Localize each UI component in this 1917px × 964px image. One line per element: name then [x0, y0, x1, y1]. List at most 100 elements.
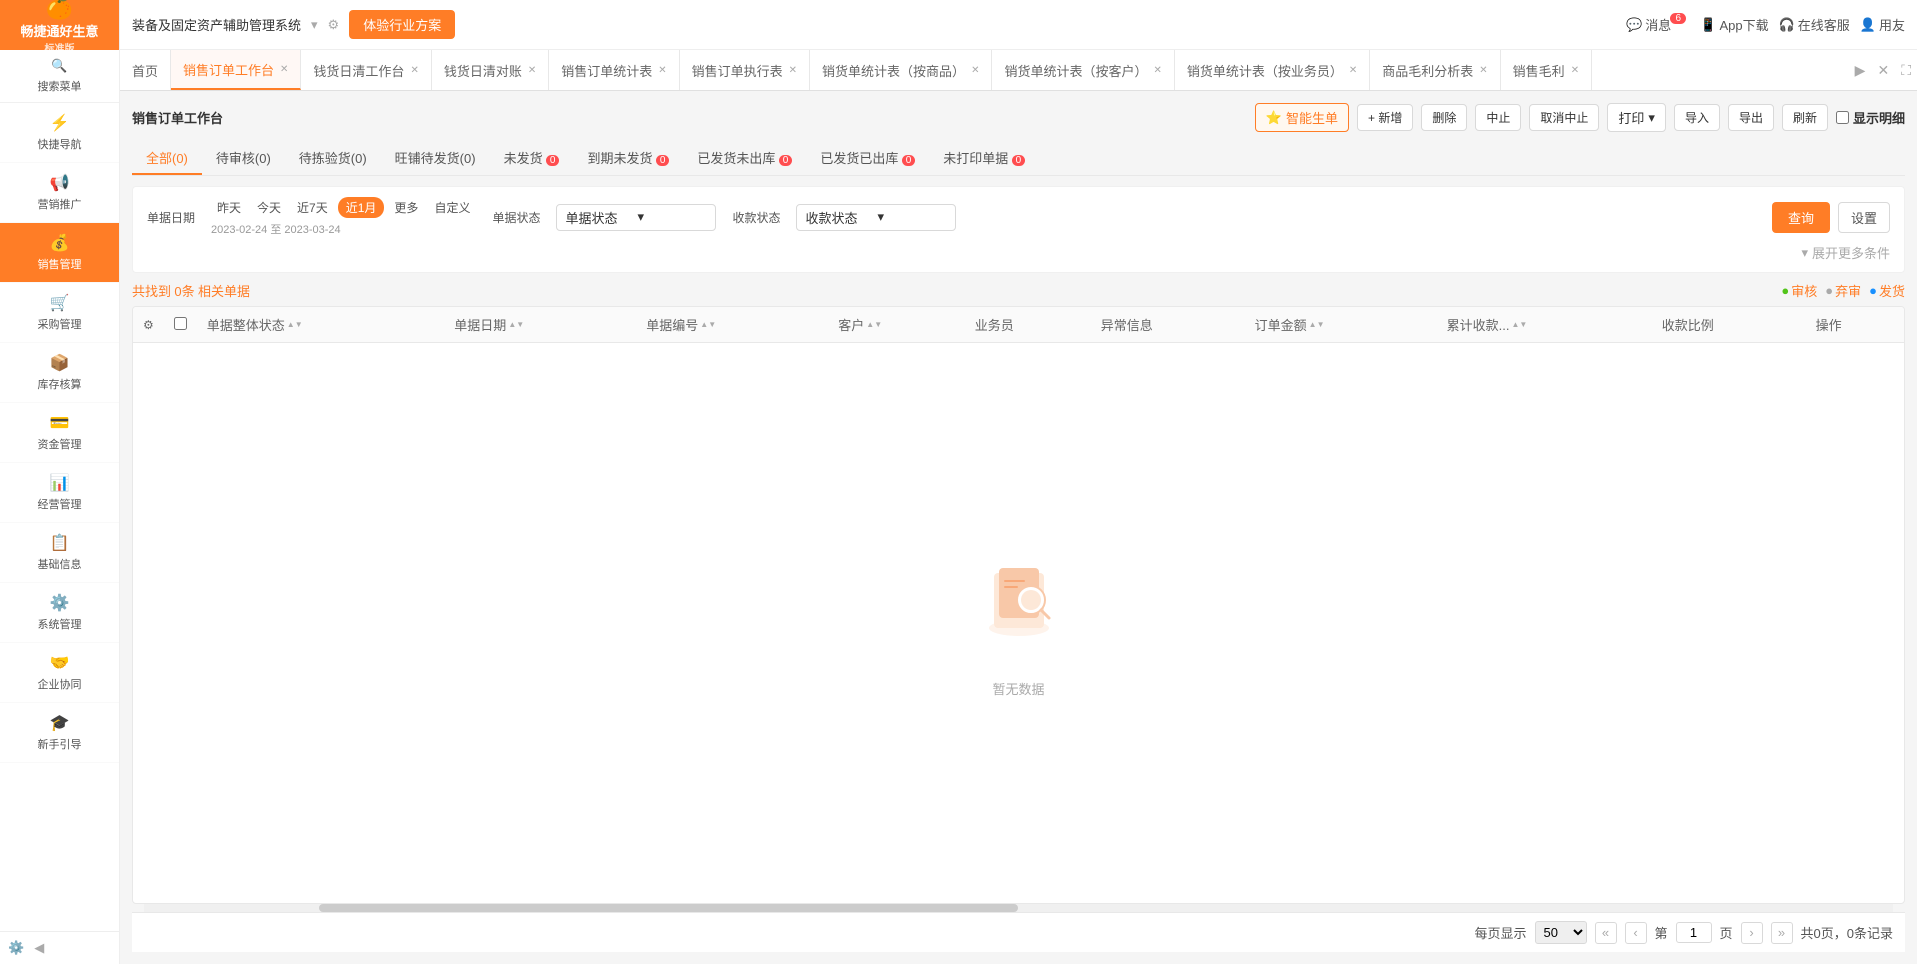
add-button[interactable]: + 新增	[1357, 104, 1413, 131]
sidebar-item-sales[interactable]: 💰 销售管理	[0, 223, 119, 283]
sub-tab-shipped-out[interactable]: 已发货已出库 0	[806, 142, 929, 175]
smart-generate-button[interactable]: ⭐ 智能生单	[1255, 103, 1349, 132]
cash-reconcile-tab-close[interactable]: ✕	[528, 65, 536, 76]
tab-sales-exec[interactable]: 销售订单执行表 ✕	[680, 50, 810, 90]
per-page-select[interactable]: 50 10 20 100	[1535, 921, 1587, 944]
prev-page-btn[interactable]: ‹	[1625, 922, 1647, 944]
tabs-close-all[interactable]: ✕	[1871, 62, 1895, 79]
header-row: ⚙ 单据整体状态 ▲▼ 单据日期 ▲▼	[133, 307, 1904, 343]
sub-tab-unprinted[interactable]: 未打印单据 0	[929, 142, 1039, 175]
payment-filter-select[interactable]: 收款状态 ▾	[796, 204, 956, 231]
sub-tab-all[interactable]: 全部(0)	[132, 142, 202, 175]
tab-sales-summary-client[interactable]: 销货单统计表（按客户） ✕	[992, 50, 1174, 90]
query-button[interactable]: 查询	[1772, 202, 1830, 233]
date-btn-more[interactable]: 更多	[388, 197, 424, 218]
settings-icon[interactable]: ⚙️	[8, 940, 24, 956]
tab-sales-summary-product[interactable]: 销货单统计表（按商品） ✕	[810, 50, 992, 90]
margin-analysis-close[interactable]: ✕	[1479, 65, 1487, 76]
trial-button[interactable]: 体验行业方案	[349, 10, 455, 39]
sub-tab-pending-review[interactable]: 待审核(0)	[202, 142, 285, 175]
sales-summary-product-close[interactable]: ✕	[971, 65, 979, 76]
show-detail-label[interactable]: 显示明细	[1836, 108, 1905, 127]
tab-cash-daily[interactable]: 钱货日清工作台 ✕	[301, 50, 431, 90]
tab-sales-stat[interactable]: 销售订单统计表 ✕	[549, 50, 679, 90]
sales-stat-tab-close[interactable]: ✕	[658, 65, 666, 76]
scrollbar-thumb[interactable]	[319, 904, 1019, 912]
status-filter-select[interactable]: 单据状态 ▾	[556, 204, 716, 231]
app-download-action[interactable]: 📱 App下载	[1700, 15, 1768, 34]
client-sort[interactable]: 客户 ▲▼	[838, 315, 954, 334]
tab-cash-reconcile[interactable]: 钱货日清对账 ✕	[432, 50, 549, 90]
sub-tab-unshipped[interactable]: 未发货 0	[490, 142, 574, 175]
sub-tab-shipped-not-out[interactable]: 已发货未出库 0	[683, 142, 806, 175]
message-action[interactable]: 💬 消息 6	[1626, 15, 1690, 34]
tab-sales-summary-staff[interactable]: 销货单统计表（按业务员） ✕	[1175, 50, 1370, 90]
sub-tab-pending-check[interactable]: 待拣验货(0)	[285, 142, 381, 175]
user-action[interactable]: 👤 用友	[1860, 15, 1905, 34]
print-button[interactable]: 打印 ▾	[1607, 103, 1666, 132]
status-sort[interactable]: 单据整体状态 ▲▼	[207, 315, 435, 334]
sub-tab-overdue[interactable]: 到期未发货 0	[573, 142, 683, 175]
sidebar-item-system[interactable]: ⚙️ 系统管理	[0, 583, 119, 643]
tabs-fullscreen[interactable]: ⛶	[1895, 62, 1917, 79]
user-icon: 👤	[1860, 17, 1876, 33]
amount-sort[interactable]: 订单金额 ▲▼	[1255, 315, 1427, 334]
dropdown-icon[interactable]: ▾	[311, 17, 318, 33]
date-btn-today[interactable]: 今天	[251, 197, 287, 218]
sidebar-item-capital[interactable]: 💳 资金管理	[0, 403, 119, 463]
date-btn-month[interactable]: 近1月	[338, 197, 385, 218]
cancel-suspend-button[interactable]: 取消中止	[1529, 104, 1599, 131]
sales-order-tab-close[interactable]: ✕	[280, 64, 288, 75]
sidebar-item-purchase[interactable]: 🛒 采购管理	[0, 283, 119, 343]
ship-action[interactable]: ● 发货	[1869, 281, 1905, 300]
setting-button[interactable]: 设置	[1838, 202, 1890, 233]
date-btn-yesterday[interactable]: 昨天	[211, 197, 247, 218]
th-settings[interactable]: ⚙	[133, 307, 164, 343]
sidebar-item-search[interactable]: 🔍 搜索菜单	[0, 50, 119, 103]
sidebar-item-marketing[interactable]: 📢 营销推广	[0, 163, 119, 223]
sales-summary-staff-close[interactable]: ✕	[1349, 65, 1357, 76]
export-button[interactable]: 导出	[1728, 104, 1774, 131]
sales-profit-close[interactable]: ✕	[1571, 65, 1579, 76]
tab-home[interactable]: 首页	[120, 50, 171, 90]
sales-summary-client-close[interactable]: ✕	[1153, 65, 1161, 76]
sidebar-item-company[interactable]: 🤝 企业协同	[0, 643, 119, 703]
unprinted-label: 未打印单据	[943, 151, 1008, 166]
import-button[interactable]: 导入	[1674, 104, 1720, 131]
sidebar-item-basic[interactable]: 📋 基础信息	[0, 523, 119, 583]
delete-button[interactable]: 删除	[1421, 104, 1467, 131]
refresh-button[interactable]: 刷新	[1782, 104, 1828, 131]
online-service-action[interactable]: 🎧 在线客服	[1779, 15, 1850, 34]
sidebar-item-guide[interactable]: 🎓 新手引导	[0, 703, 119, 763]
cancel-review-action[interactable]: ● 弃审	[1825, 281, 1861, 300]
page-input[interactable]	[1676, 922, 1712, 943]
sidebar-item-quick-nav[interactable]: ⚡ 快捷导航	[0, 103, 119, 163]
tab-margin-analysis[interactable]: 商品毛利分析表 ✕	[1370, 50, 1500, 90]
date-btn-7days[interactable]: 近7天	[291, 197, 334, 218]
horizontal-scrollbar[interactable]	[144, 904, 1893, 912]
next-page-btn[interactable]: ›	[1741, 922, 1763, 944]
tabs-more-icon[interactable]: ▶	[1849, 62, 1872, 79]
cash-daily-tab-close[interactable]: ✕	[410, 65, 418, 76]
th-checkbox[interactable]	[164, 307, 197, 343]
date-sort[interactable]: 单据日期 ▲▼	[454, 315, 626, 334]
tab-sales-order[interactable]: 销售订单工作台 ✕	[171, 50, 301, 90]
first-page-btn[interactable]: «	[1595, 922, 1617, 944]
sidebar-item-operation[interactable]: 📊 经营管理	[0, 463, 119, 523]
last-page-btn[interactable]: »	[1771, 922, 1793, 944]
guide-icon: 🎓	[50, 713, 70, 733]
sub-tab-wangpu[interactable]: 旺铺待发货(0)	[381, 142, 490, 175]
tab-sales-profit[interactable]: 销售毛利 ✕	[1501, 50, 1592, 90]
suspend-button[interactable]: 中止	[1475, 104, 1521, 131]
select-all-checkbox[interactable]	[174, 317, 187, 330]
gear-icon[interactable]: ⚙	[328, 17, 340, 33]
review-action[interactable]: ● 审核	[1781, 281, 1817, 300]
sidebar-item-inventory[interactable]: 📦 库存核算	[0, 343, 119, 403]
collapse-icon[interactable]: ◀	[34, 940, 44, 956]
show-detail-checkbox[interactable]	[1836, 111, 1849, 124]
expand-conditions-button[interactable]: ▾ 展开更多条件	[1801, 243, 1890, 262]
date-btn-custom[interactable]: 自定义	[428, 197, 476, 218]
sales-exec-tab-close[interactable]: ✕	[789, 65, 797, 76]
number-sort[interactable]: 单据编号 ▲▼	[646, 315, 818, 334]
collected-sort[interactable]: 累计收款... ▲▼	[1447, 315, 1642, 334]
